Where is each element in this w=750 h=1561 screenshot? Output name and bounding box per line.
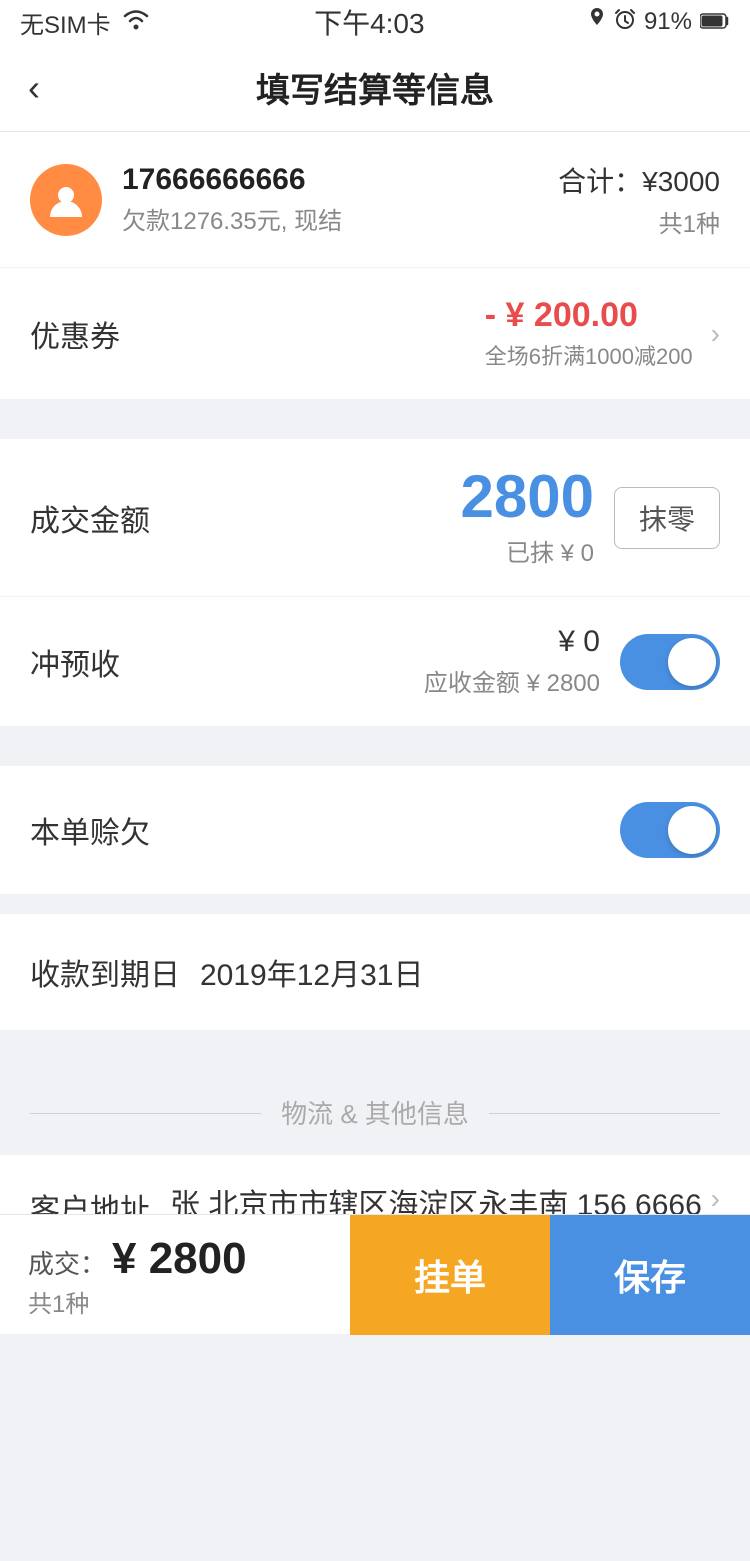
bottom-summary: 成交： ¥ 2800 共1种 bbox=[0, 1215, 350, 1334]
bottom-summary-row: 成交： ¥ 2800 bbox=[28, 1230, 322, 1284]
transaction-row: 成交金额 2800 已抹 ¥ 0 抹零 bbox=[0, 439, 750, 597]
wifi-icon bbox=[121, 8, 151, 37]
prepay-row: 冲预收 ¥ 0 应收金额 ¥ 2800 bbox=[0, 597, 750, 726]
bottom-bar: 成交： ¥ 2800 共1种 挂单 保存 bbox=[0, 1214, 750, 1334]
hold-order-button[interactable]: 挂单 bbox=[350, 1215, 550, 1335]
customer-phone: 17666666666 bbox=[122, 163, 342, 197]
credit-row: 本单赊欠 bbox=[0, 766, 750, 894]
content-area: 17666666666 欠款1276.35元, 现结 合计：¥3000 共1种 … bbox=[0, 132, 750, 1561]
customer-info: 17666666666 欠款1276.35元, 现结 bbox=[122, 163, 342, 236]
round-button[interactable]: 抹零 bbox=[614, 487, 720, 549]
alarm-icon bbox=[614, 8, 636, 37]
bottom-summary-count: 共1种 bbox=[28, 1284, 322, 1319]
customer-right: 合计：¥3000 共1种 bbox=[558, 160, 720, 239]
coupon-amount: - ¥ 200.00 bbox=[485, 296, 693, 335]
section-divider-3 bbox=[0, 1050, 750, 1070]
duedate-label: 收款到期日 bbox=[30, 950, 180, 994]
customer-row: 17666666666 欠款1276.35元, 现结 合计：¥3000 共1种 bbox=[0, 132, 750, 267]
section-divider-2 bbox=[0, 746, 750, 766]
customer-count: 共1种 bbox=[558, 204, 720, 239]
battery-icon bbox=[700, 8, 730, 36]
customer-card: 17666666666 欠款1276.35元, 现结 合计：¥3000 共1种 … bbox=[0, 132, 750, 399]
coupon-desc: 全场6折满1000减200 bbox=[485, 339, 693, 371]
prepay-toggle[interactable] bbox=[620, 634, 720, 690]
bottom-summary-amount: ¥ 2800 bbox=[112, 1234, 247, 1284]
credit-toggle-knob bbox=[668, 806, 716, 854]
transaction-amount: 2800 bbox=[461, 467, 594, 527]
section-divider-1 bbox=[0, 419, 750, 439]
avatar bbox=[30, 164, 102, 236]
address-chevron-icon: › bbox=[711, 1183, 720, 1215]
coupon-chevron-icon: › bbox=[711, 318, 720, 350]
save-button[interactable]: 保存 bbox=[550, 1215, 750, 1335]
status-right: 91% bbox=[588, 8, 730, 37]
status-left: 无SIM卡 bbox=[20, 5, 151, 40]
location-icon bbox=[588, 8, 606, 37]
prepay-label: 冲预收 bbox=[30, 640, 120, 684]
coupon-row[interactable]: 优惠券 - ¥ 200.00 全场6折满1000减200 › bbox=[0, 267, 750, 399]
transaction-label: 成交金额 bbox=[30, 496, 150, 540]
status-time: 下午4:03 bbox=[314, 2, 425, 42]
transaction-amount-group: 2800 已抹 ¥ 0 bbox=[461, 467, 594, 568]
duedate-row: 收款到期日 2019年12月31日 bbox=[0, 914, 750, 1030]
transaction-sub: 已抹 ¥ 0 bbox=[461, 533, 594, 568]
sim-text: 无SIM卡 bbox=[20, 5, 111, 40]
logistics-label: 物流 & 其他信息 bbox=[261, 1094, 489, 1131]
battery-percent: 91% bbox=[644, 8, 692, 36]
back-button[interactable]: ‹ bbox=[28, 67, 40, 109]
bottom-summary-label: 成交： bbox=[28, 1244, 106, 1281]
nav-bar: ‹ 填写结算等信息 bbox=[0, 44, 750, 132]
customer-left: 17666666666 欠款1276.35元, 现结 bbox=[30, 163, 342, 236]
logistics-header: 物流 & 其他信息 bbox=[0, 1070, 750, 1155]
prepay-right: ¥ 0 应收金额 ¥ 2800 bbox=[424, 625, 600, 698]
page-title: 填写结算等信息 bbox=[256, 63, 494, 112]
prepay-amount: ¥ 0 bbox=[424, 625, 600, 659]
status-bar: 无SIM卡 下午4:03 91% bbox=[0, 0, 750, 44]
customer-total: 合计：¥3000 bbox=[558, 160, 720, 200]
coupon-label: 优惠券 bbox=[30, 312, 120, 356]
prepay-toggle-knob bbox=[668, 638, 716, 686]
prepay-sub: 应收金额 ¥ 2800 bbox=[424, 663, 600, 698]
customer-sub: 欠款1276.35元, 现结 bbox=[122, 201, 342, 236]
duedate-value: 2019年12月31日 bbox=[200, 950, 423, 994]
transaction-right: 2800 已抹 ¥ 0 抹零 bbox=[461, 467, 721, 568]
credit-label: 本单赊欠 bbox=[30, 808, 150, 852]
credit-toggle[interactable] bbox=[620, 802, 720, 858]
coupon-right: - ¥ 200.00 全场6折满1000减200 bbox=[485, 296, 693, 371]
transaction-section: 成交金额 2800 已抹 ¥ 0 抹零 冲预收 ¥ 0 应收金额 ¥ 2800 bbox=[0, 439, 750, 726]
